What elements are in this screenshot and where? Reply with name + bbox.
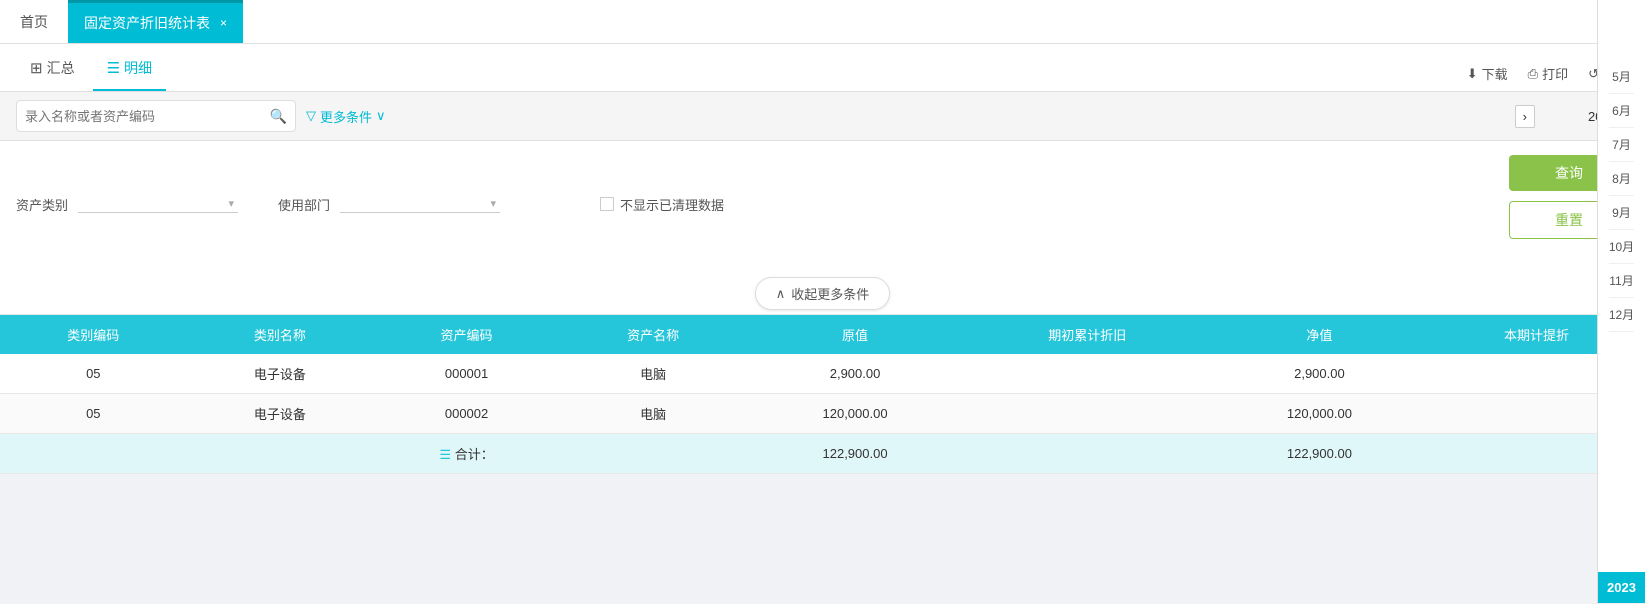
panel-toggle[interactable]: › — [1515, 105, 1535, 128]
filter-panel: 资产类别 ▾ 使用部门 ▾ 不显示已清理数据 — [0, 141, 1645, 315]
data-table: 类别编码 类别名称 资产编码 资产名称 原值 期初累计折旧 净值 本期计提折 0… — [0, 315, 1645, 474]
main-container: ⊞ 汇总 ☰ 明细 ⬇ 下载 ⎙ 打印 ↺ 刷新 — [0, 44, 1645, 604]
month-item[interactable]: 5月 — [1609, 60, 1634, 94]
tab-detail[interactable]: ☰ 明细 — [93, 47, 166, 91]
table-container: 类别编码 类别名称 资产编码 资产名称 原值 期初累计折旧 净值 本期计提折 0… — [0, 315, 1645, 604]
total-label: ☰ 合计： — [187, 434, 747, 474]
col-accumulated-depreciation: 期初累计折旧 — [964, 315, 1211, 354]
print-label: 打印 — [1542, 64, 1568, 83]
filter-row: 资产类别 ▾ 使用部门 ▾ 不显示已清理数据 — [16, 155, 1629, 267]
collapse-bar: ∧ 收起更多条件 — [16, 267, 1629, 314]
download-label: 下载 — [1482, 64, 1508, 83]
download-icon: ⬇ — [1467, 66, 1478, 82]
main-tab[interactable]: 固定资产折旧统计表 × — [68, 0, 243, 43]
asset-type-field: 资产类别 ▾ — [16, 195, 238, 214]
download-button[interactable]: ⬇ 下载 — [1467, 64, 1508, 83]
month-item[interactable]: 9月 — [1609, 196, 1634, 230]
right-month-panel: 5月6月7月8月9月10月11月12月 2023 — [1597, 0, 1645, 604]
department-field: 使用部门 ▾ — [278, 195, 500, 214]
asset-type-label: 资产类别 — [16, 195, 68, 214]
collapse-button[interactable]: ∧ 收起更多条件 — [755, 277, 891, 310]
chevron-down-icon: ∨ — [376, 108, 386, 124]
col-category-code: 类别编码 — [0, 315, 187, 354]
collapse-label: 收起更多条件 — [791, 284, 869, 303]
search-bar: 🔍 ▽ 更多条件 ∨ › 2023.01 — [0, 92, 1645, 141]
month-item[interactable]: 7月 — [1609, 128, 1634, 162]
cell-category-name: 电子设备 — [187, 394, 374, 434]
asset-type-arrow-icon: ▾ — [228, 197, 234, 210]
print-icon: ⎙ — [1528, 66, 1538, 82]
cell-asset-name: 电脑 — [560, 354, 747, 394]
col-net-value: 净值 — [1211, 315, 1428, 354]
more-conditions-label: 更多条件 — [320, 107, 372, 126]
tab-summary-label: 汇总 — [47, 58, 75, 78]
filter-icon: ▽ — [306, 108, 316, 124]
col-original-value: 原值 — [747, 315, 964, 354]
cell-net-value: 120,000.00 — [1211, 394, 1428, 434]
cell-category-code: 05 — [0, 354, 187, 394]
content-area: ⊞ 汇总 ☰ 明细 ⬇ 下载 ⎙ 打印 ↺ 刷新 — [0, 44, 1645, 604]
cleared-data-checkbox[interactable] — [600, 197, 614, 211]
month-item[interactable]: 6月 — [1609, 94, 1634, 128]
cell-category-code: 05 — [0, 394, 187, 434]
month-list: 5月6月7月8月9月10月11月12月 — [1609, 60, 1634, 332]
total-icon-cell — [0, 434, 187, 474]
table-row: 05 电子设备 000002 电脑 120,000.00 120,000.00 — [0, 394, 1645, 434]
total-accumulated-depreciation — [964, 434, 1211, 474]
department-arrow-icon: ▾ — [491, 197, 497, 210]
cell-category-name: 电子设备 — [187, 354, 374, 394]
cell-asset-code: 000001 — [373, 354, 560, 394]
month-item[interactable]: 8月 — [1609, 162, 1634, 196]
total-row: ☰ 合计： 122,900.00 122,900.00 — [0, 434, 1645, 474]
tab-detail-label: 明细 — [124, 58, 152, 78]
search-input[interactable] — [25, 109, 266, 124]
month-item[interactable]: 11月 — [1609, 264, 1634, 298]
summary-icon: ⊞ — [30, 59, 43, 77]
table-header: 类别编码 类别名称 资产编码 资产名称 原值 期初累计折旧 净值 本期计提折 — [0, 315, 1645, 354]
cell-asset-code: 000002 — [373, 394, 560, 434]
checkbox-group: 不显示已清理数据 — [600, 195, 724, 214]
table-body: 05 电子设备 000001 电脑 2,900.00 2,900.00 05 电… — [0, 354, 1645, 474]
department-label: 使用部门 — [278, 195, 330, 214]
department-select[interactable]: ▾ — [340, 195, 500, 213]
toolbar: ⊞ 汇总 ☰ 明细 ⬇ 下载 ⎙ 打印 ↺ 刷新 — [0, 44, 1645, 92]
collapse-icon: ∧ — [776, 286, 786, 302]
month-item[interactable]: 12月 — [1609, 298, 1634, 332]
total-original-value: 122,900.00 — [747, 434, 964, 474]
cell-accumulated-depreciation — [964, 394, 1211, 434]
header-row: 类别编码 类别名称 资产编码 资产名称 原值 期初累计折旧 净值 本期计提折 — [0, 315, 1645, 354]
col-category-name: 类别名称 — [187, 315, 374, 354]
asset-type-select[interactable]: ▾ — [78, 195, 238, 213]
home-tab[interactable]: 首页 — [0, 0, 68, 43]
tab-close-icon[interactable]: × — [220, 16, 227, 30]
cell-accumulated-depreciation — [964, 354, 1211, 394]
cell-original-value: 120,000.00 — [747, 394, 964, 434]
main-tab-label: 固定资产折旧统计表 — [84, 13, 210, 33]
cell-asset-name: 电脑 — [560, 394, 747, 434]
total-net-value: 122,900.00 — [1211, 434, 1428, 474]
cell-net-value: 2,900.00 — [1211, 354, 1428, 394]
top-nav: 首页 固定资产折旧统计表 × ✕ — [0, 0, 1645, 44]
more-conditions-button[interactable]: ▽ 更多条件 ∨ — [306, 107, 386, 126]
month-item[interactable]: 10月 — [1609, 230, 1634, 264]
cleared-data-label: 不显示已清理数据 — [620, 195, 724, 214]
col-asset-name: 资产名称 — [560, 315, 747, 354]
collapse-panel-icon[interactable]: › — [1515, 105, 1535, 128]
table-row: 05 电子设备 000001 电脑 2,900.00 2,900.00 — [0, 354, 1645, 394]
col-asset-code: 资产编码 — [373, 315, 560, 354]
tab-summary[interactable]: ⊞ 汇总 — [16, 47, 89, 91]
cell-original-value: 2,900.00 — [747, 354, 964, 394]
search-input-wrap: 🔍 — [16, 100, 296, 132]
year-item[interactable]: 2023 — [1598, 572, 1645, 604]
search-icon: 🔍 — [270, 108, 287, 125]
print-button[interactable]: ⎙ 打印 — [1528, 64, 1568, 83]
detail-icon: ☰ — [107, 59, 120, 77]
